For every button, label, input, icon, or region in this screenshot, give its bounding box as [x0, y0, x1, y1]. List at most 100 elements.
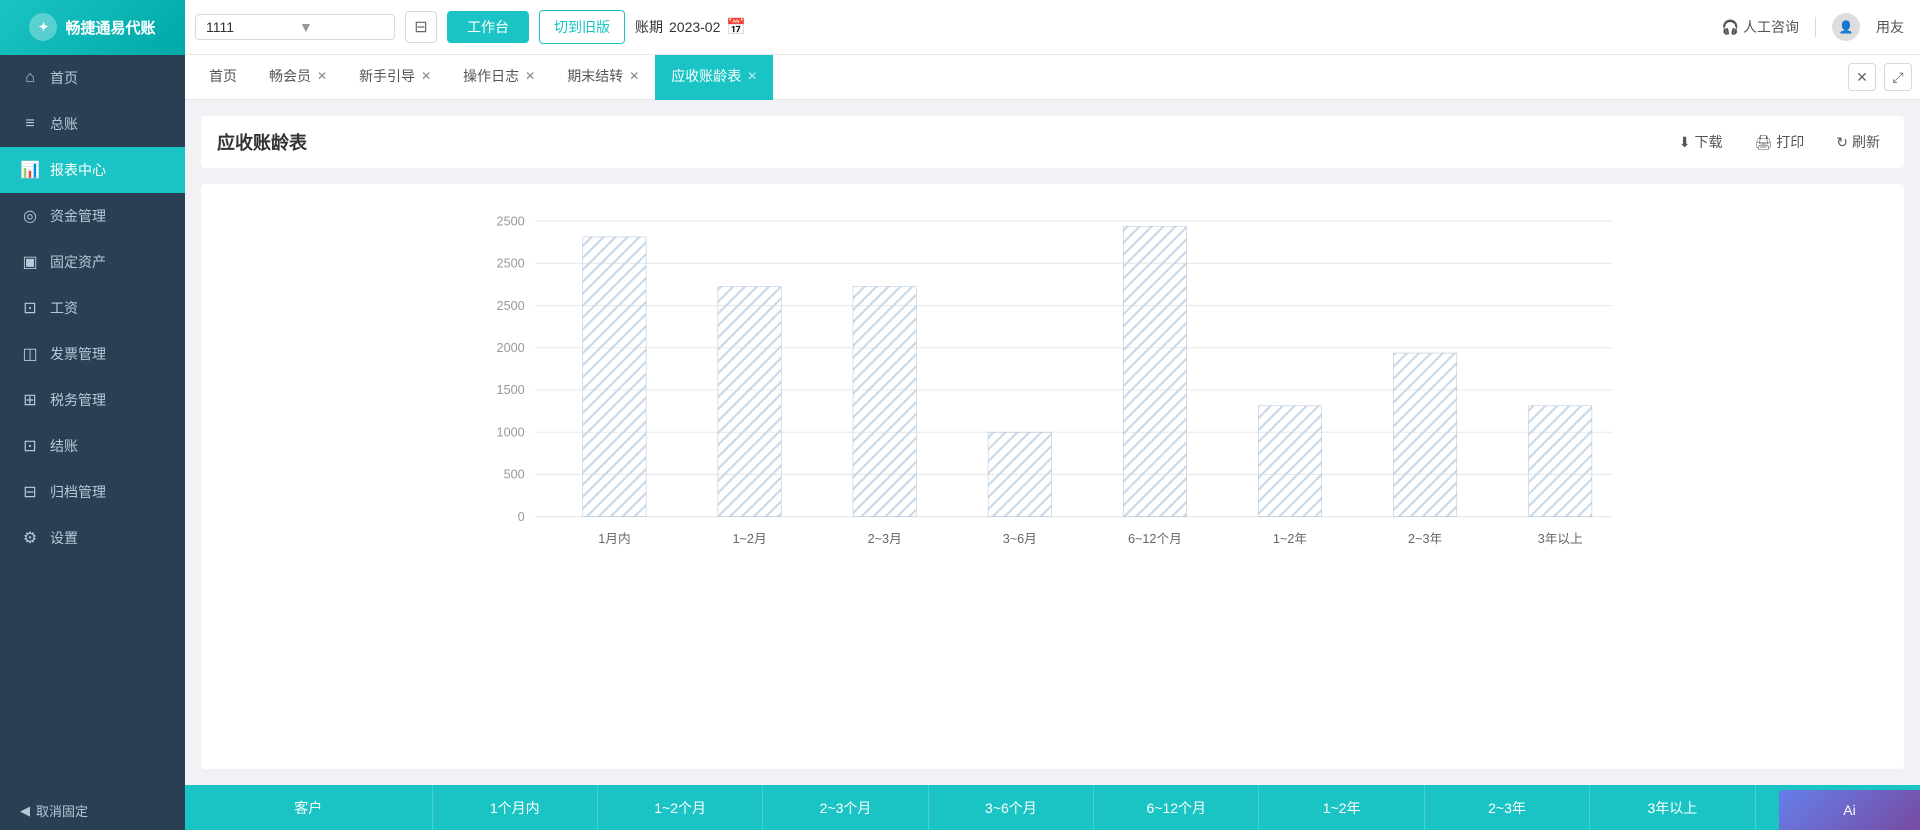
print-icon: 🖨	[1754, 134, 1772, 151]
tab-period-end[interactable]: 期末结转 ✕	[551, 55, 655, 100]
svg-text:3年以上: 3年以上	[1538, 532, 1583, 546]
col-2-3month: 2~3个月	[763, 785, 928, 830]
sidebar-item-tax[interactable]: ⊞ 税务管理	[0, 377, 185, 423]
sidebar-label-assets: 固定资产	[50, 252, 106, 272]
svg-text:2~3月: 2~3月	[868, 532, 902, 546]
company-name: 1111	[206, 19, 291, 35]
table-header: 客户 1个月内 1~2个月 2~3个月 3~6个月 6~12个月 1~2年 2~…	[185, 785, 1920, 830]
svg-text:2500: 2500	[497, 299, 525, 313]
svg-text:2000: 2000	[497, 341, 525, 355]
svg-text:2~3年: 2~3年	[1408, 532, 1442, 546]
chart-container: 2500 2500 2500 2000 1500 1000 500 0	[201, 184, 1904, 769]
tab-bar: 首页 畅会员 ✕ 新手引导 ✕ 操作日志 ✕ 期末结转 ✕ 应收账龄表 ✕	[185, 55, 1920, 100]
tab-home[interactable]: 首页	[193, 55, 253, 100]
divider	[1815, 17, 1816, 37]
print-button[interactable]: 🖨 打印	[1746, 128, 1812, 156]
close-icon[interactable]: ✕	[421, 69, 431, 83]
period-area: 账期 2023-02 📅	[635, 17, 746, 37]
ai-label: Ai	[1843, 802, 1855, 818]
close-icon[interactable]: ✕	[629, 69, 639, 83]
close-icon[interactable]: ✕	[525, 69, 535, 83]
close-all-button[interactable]: ✕	[1848, 63, 1876, 91]
user-name: 用友	[1876, 17, 1904, 37]
tax-icon: ⊞	[20, 390, 40, 410]
tab-oplog[interactable]: 操作日志 ✕	[447, 55, 551, 100]
tab-actions: ✕ ⤢	[1848, 63, 1912, 91]
svg-text:6~12个月: 6~12个月	[1128, 532, 1182, 546]
col-2-3month-label: 2~3个月	[820, 798, 872, 818]
sidebar-item-archive[interactable]: ⊟ 归档管理	[0, 469, 185, 515]
close-icon[interactable]: ✕	[317, 69, 327, 83]
refresh-icon: ↻	[1836, 134, 1848, 151]
sidebar-item-invoice[interactable]: ◫ 发票管理	[0, 331, 185, 377]
assets-icon: ▣	[20, 252, 40, 272]
col-1month: 1个月内	[433, 785, 598, 830]
sidebar-label-closing: 结账	[50, 436, 78, 456]
svg-text:500: 500	[504, 468, 525, 482]
svg-text:1500: 1500	[497, 383, 525, 397]
ai-button[interactable]: Ai	[1779, 790, 1920, 830]
col-2-3year-label: 2~3年	[1488, 798, 1526, 818]
tab-member[interactable]: 畅会员 ✕	[253, 55, 343, 100]
svg-text:0: 0	[518, 510, 525, 524]
tab-label-guide: 新手引导	[359, 66, 415, 86]
tab-guide[interactable]: 新手引导 ✕	[343, 55, 447, 100]
closing-icon: ⊡	[20, 436, 40, 456]
svg-text:2500: 2500	[497, 214, 525, 228]
settings-icon: ⚙	[20, 528, 40, 548]
download-button[interactable]: ⬇ 下载	[1671, 128, 1731, 156]
svg-text:1~2月: 1~2月	[732, 532, 766, 546]
sidebar-item-home[interactable]: ⌂ 首页	[0, 55, 185, 101]
page-header: 应收账龄表 ⬇ 下载 🖨 打印 ↻ 刷新	[201, 116, 1904, 168]
headset-icon: 🎧	[1722, 19, 1739, 36]
sidebar-item-settings[interactable]: ⚙ 设置	[0, 515, 185, 561]
col-1-2year: 1~2年	[1259, 785, 1424, 830]
logo: ✦ 畅捷通易代账	[0, 0, 185, 55]
archive-icon: ⊟	[20, 482, 40, 502]
close-icon[interactable]: ✕	[747, 69, 757, 83]
switch-version-button[interactable]: 切到旧版	[539, 10, 625, 44]
tab-label-period-end: 期末结转	[567, 66, 623, 86]
home-icon: ⌂	[20, 69, 40, 87]
pin-icon: ◀	[20, 803, 30, 819]
svg-text:1月内: 1月内	[598, 532, 630, 546]
cancel-fixed-button[interactable]: ◀ 取消固定	[0, 791, 185, 830]
content-area: 首页 畅会员 ✕ 新手引导 ✕ 操作日志 ✕ 期末结转 ✕ 应收账龄表 ✕	[185, 55, 1920, 830]
logo-icon: ✦	[29, 13, 57, 41]
consult-label: 人工咨询	[1743, 17, 1799, 37]
sidebar-item-salary[interactable]: ⊡ 工资	[0, 285, 185, 331]
refresh-button[interactable]: ↻ 刷新	[1828, 128, 1888, 156]
sidebar-label-home: 首页	[50, 68, 78, 88]
consult-button[interactable]: 🎧 人工咨询	[1722, 17, 1799, 37]
tab-label-oplog: 操作日志	[463, 66, 519, 86]
page-title: 应收账龄表	[217, 129, 307, 155]
sidebar-item-funds[interactable]: ◎ 资金管理	[0, 193, 185, 239]
maximize-button[interactable]: ⤢	[1884, 63, 1912, 91]
col-customer: 客户	[185, 785, 433, 830]
sidebar-label-archive: 归档管理	[50, 482, 106, 502]
tab-label-home: 首页	[209, 66, 237, 86]
sidebar-item-assets[interactable]: ▣ 固定资产	[0, 239, 185, 285]
refresh-label: 刷新	[1852, 132, 1880, 152]
ledger-icon: ≡	[20, 115, 40, 133]
company-selector[interactable]: 1111 ▼	[195, 14, 395, 40]
sidebar-item-reports[interactable]: 📊 报表中心	[0, 147, 185, 193]
sidebar-item-ledger[interactable]: ≡ 总账	[0, 101, 185, 147]
svg-text:2500: 2500	[497, 257, 525, 271]
col-1-2year-label: 1~2年	[1323, 798, 1361, 818]
copy-button[interactable]: ⊟	[405, 11, 437, 43]
calendar-icon[interactable]: 📅	[726, 17, 746, 37]
sidebar-label-settings: 设置	[50, 528, 78, 548]
topbar: ✦ 畅捷通易代账 1111 ▼ ⊟ 工作台 切到旧版 账期 2023-02 📅 …	[0, 0, 1920, 55]
sidebar-label-reports: 报表中心	[50, 160, 106, 180]
col-1-2month-label: 1~2个月	[654, 798, 706, 818]
invoice-icon: ◫	[20, 344, 40, 364]
col-3year-plus-label: 3年以上	[1647, 798, 1697, 818]
sidebar-item-closing[interactable]: ⊡ 结账	[0, 423, 185, 469]
chevron-down-icon: ▼	[299, 19, 384, 35]
main-layout: ⌂ 首页 ≡ 总账 📊 报表中心 ◎ 资金管理 ▣ 固定资产 ⊡ 工资 ◫ 发票…	[0, 55, 1920, 830]
workbench-button[interactable]: 工作台	[447, 11, 529, 43]
logo-text: 畅捷通易代账	[65, 17, 155, 38]
tab-ar-aging[interactable]: 应收账龄表 ✕	[655, 55, 773, 100]
sidebar: ⌂ 首页 ≡ 总账 📊 报表中心 ◎ 资金管理 ▣ 固定资产 ⊡ 工资 ◫ 发票…	[0, 55, 185, 830]
